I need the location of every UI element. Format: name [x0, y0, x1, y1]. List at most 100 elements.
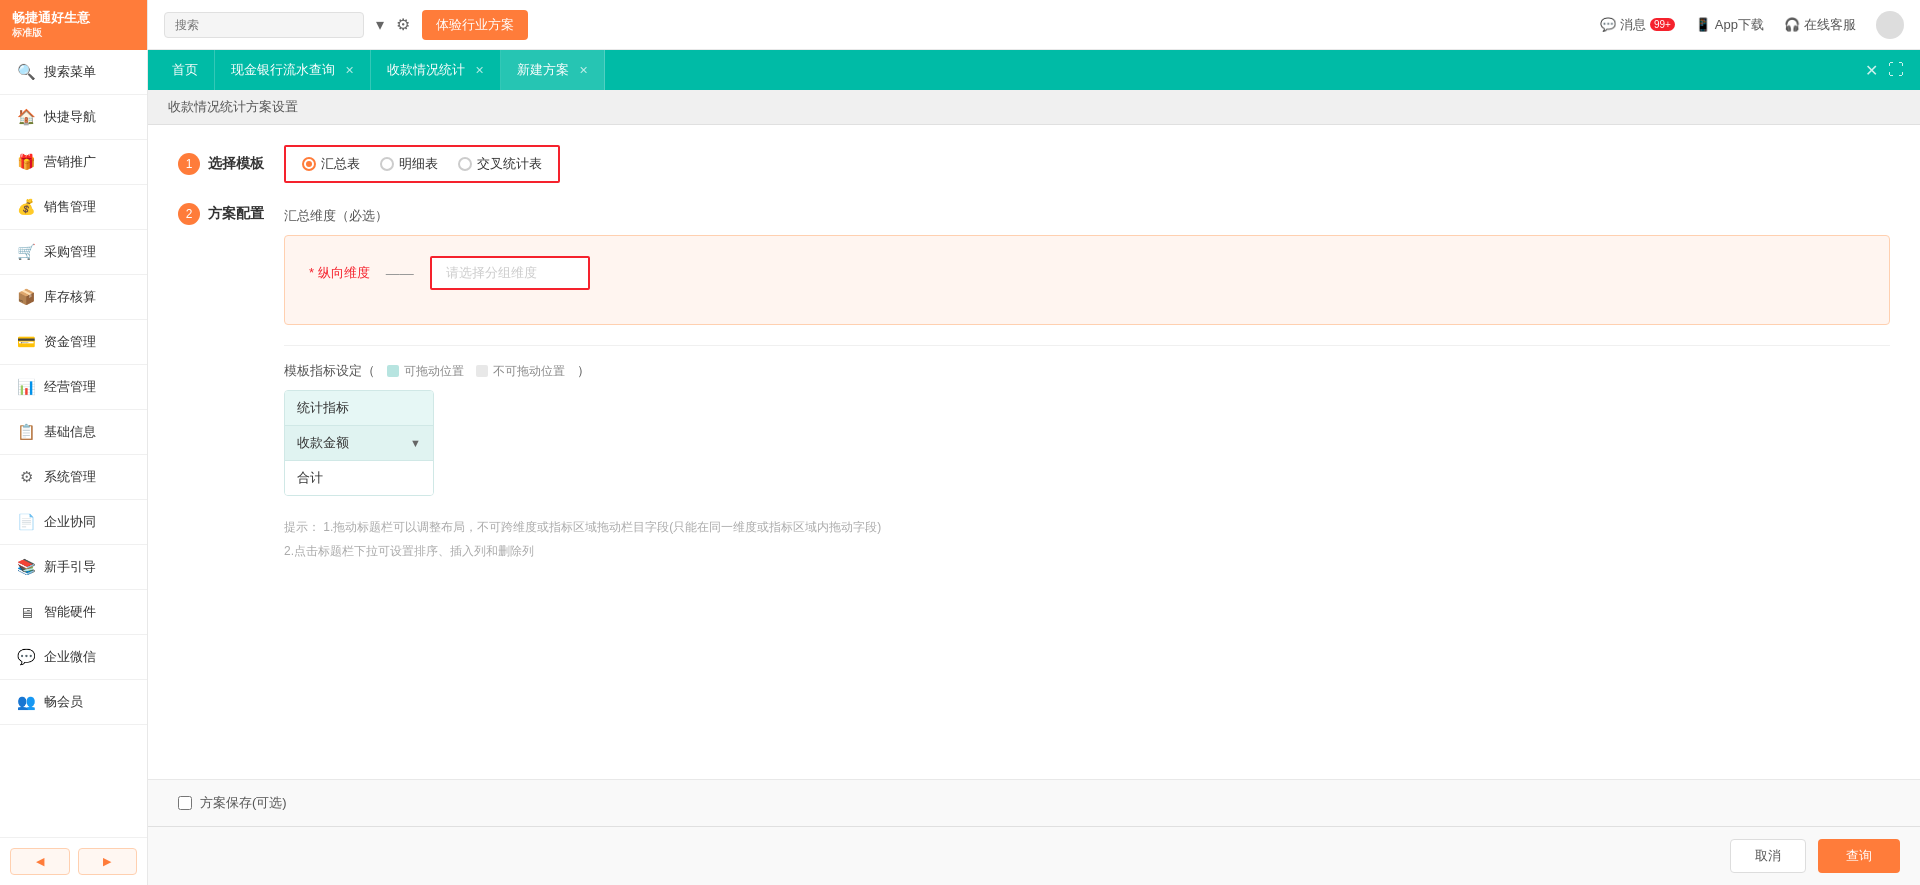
sidebar-item-enterprise-wechat[interactable]: 💬 企业微信 — [0, 635, 147, 680]
template-options: 汇总表 明细表 交叉统计表 — [284, 145, 560, 183]
chart-icon: 📊 — [16, 377, 36, 397]
tabbar: 首页 现金银行流水查询 ✕ 收款情况统计 ✕ 新建方案 ✕ ✕ ⛶ — [148, 50, 1920, 90]
legend-draggable: 可拖动位置 — [387, 363, 464, 380]
sidebar-item-smart-hw[interactable]: 🖥 智能硬件 — [0, 590, 147, 635]
tabbar-actions: ✕ ⛶ — [1865, 61, 1912, 80]
stats-metric-row: 收款金额 ▼ — [285, 426, 433, 461]
metric-dropdown-icon[interactable]: ▼ — [410, 437, 421, 449]
sidebar-item-label: 系统管理 — [44, 468, 96, 486]
stats-header-label: 统计指标 — [297, 399, 349, 417]
search-menu-icon: 🔍 — [16, 62, 36, 82]
sidebar-item-label: 基础信息 — [44, 423, 96, 441]
message-icon: 💬 — [1600, 17, 1616, 32]
sidebar-item-sales[interactable]: 💰 销售管理 — [0, 185, 147, 230]
trial-btn[interactable]: 体验行业方案 — [422, 10, 528, 40]
main-content: ▾ ⚙ 体验行业方案 💬 消息 99+ 📱 App下载 🎧 在线客服 首页 — [148, 0, 1920, 885]
topbar: ▾ ⚙ 体验行业方案 💬 消息 99+ 📱 App下载 🎧 在线客服 — [148, 0, 1920, 50]
save-row: 方案保存(可选) — [148, 779, 1920, 826]
step2-label: 方案配置 — [208, 203, 264, 223]
save-checkbox[interactable] — [178, 796, 192, 810]
sidebar-item-label: 企业微信 — [44, 648, 96, 666]
cancel-button[interactable]: 取消 — [1730, 839, 1806, 873]
monitor-icon: 🖥 — [16, 602, 36, 622]
sidebar-item-label: 畅会员 — [44, 693, 83, 711]
tab-bank-flow-close[interactable]: ✕ — [345, 64, 354, 77]
sidebar-item-finance[interactable]: 💳 资金管理 — [0, 320, 147, 365]
search-input[interactable] — [164, 12, 364, 38]
page-title: 收款情况统计方案设置 — [148, 90, 1920, 125]
sidebar-item-operations[interactable]: 📊 经营管理 — [0, 365, 147, 410]
tab-bank-flow[interactable]: 现金银行流水查询 ✕ — [215, 50, 371, 90]
tab-close-window-icon[interactable]: ✕ — [1865, 61, 1878, 80]
notification-item[interactable]: 💬 消息 99+ — [1600, 16, 1675, 34]
sidebar-item-label: 智能硬件 — [44, 603, 96, 621]
tab-new-plan[interactable]: 新建方案 ✕ — [501, 50, 605, 90]
search-dropdown-icon[interactable]: ▾ — [376, 15, 384, 34]
tab-new-plan-label: 新建方案 — [517, 61, 569, 79]
sidebar-collapse-btn[interactable]: ◀ — [10, 848, 70, 875]
download-icon: 📱 — [1695, 17, 1711, 32]
user-avatar[interactable] — [1876, 11, 1904, 39]
sidebar-item-basic-info[interactable]: 📋 基础信息 — [0, 410, 147, 455]
doc-icon: 📄 — [16, 512, 36, 532]
headset-icon: 🎧 — [1784, 17, 1800, 32]
clipboard-icon: 📋 — [16, 422, 36, 442]
radio-summary-label: 汇总表 — [321, 155, 360, 173]
service-item[interactable]: 🎧 在线客服 — [1784, 16, 1856, 34]
tips-section: 提示： 1.拖动标题栏可以调整布局，不可跨维度或指标区域拖动栏目字段(只能在同一… — [284, 515, 1890, 563]
topbar-right: 💬 消息 99+ 📱 App下载 🎧 在线客服 — [1600, 11, 1904, 39]
tab-collection-stats[interactable]: 收款情况统计 ✕ — [371, 50, 501, 90]
sidebar-item-enterprise-coop[interactable]: 📄 企业协同 — [0, 500, 147, 545]
service-label: 在线客服 — [1804, 16, 1856, 34]
radio-summary-circle — [302, 157, 316, 171]
app-name: 畅捷通好生意 — [12, 10, 90, 26]
sidebar-item-label: 库存核算 — [44, 288, 96, 306]
save-label: 方案保存(可选) — [200, 794, 287, 812]
sidebar-item-system[interactable]: ⚙ 系统管理 — [0, 455, 147, 500]
card-icon: 💳 — [16, 332, 36, 352]
legend-fixed-label: 不可拖动位置 — [493, 363, 565, 380]
tab-collection-stats-close[interactable]: ✕ — [475, 64, 484, 77]
sidebar-item-label: 采购管理 — [44, 243, 96, 261]
tab-new-plan-close[interactable]: ✕ — [579, 64, 588, 77]
footer-bar: 取消 查询 — [148, 826, 1920, 885]
divider-1 — [284, 345, 1890, 346]
sidebar-expand-btn[interactable]: ▶ — [78, 848, 138, 875]
content-area: 收款情况统计方案设置 1 选择模板 汇总表 明细表 — [148, 90, 1920, 885]
tab-expand-icon[interactable]: ⛶ — [1888, 61, 1904, 80]
sidebar-item-purchase[interactable]: 🛒 采购管理 — [0, 230, 147, 275]
step1-label: 选择模板 — [208, 155, 264, 173]
sidebar-item-guide[interactable]: 📚 新手引导 — [0, 545, 147, 590]
sidebar-item-search-menu[interactable]: 🔍 搜索菜单 — [0, 50, 147, 95]
radio-summary[interactable]: 汇总表 — [302, 155, 360, 173]
download-item[interactable]: 📱 App下载 — [1695, 16, 1764, 34]
indicators-title-row: 模板指标设定（ 可拖动位置 不可拖动位置 ） — [284, 362, 1890, 380]
sidebar-item-inventory[interactable]: 📦 库存核算 — [0, 275, 147, 320]
sidebar-item-member[interactable]: 👥 畅会员 — [0, 680, 147, 725]
radio-cross[interactable]: 交叉统计表 — [458, 155, 542, 173]
step1-row: 1 选择模板 汇总表 明细表 交叉统计表 — [178, 145, 1890, 183]
metric-sub-label: 合计 — [297, 469, 323, 487]
sidebar-item-label: 新手引导 — [44, 558, 96, 576]
dimension-area: * 纵向维度 —— 请选择分组维度 — [284, 235, 1890, 325]
notification-label: 消息 — [1620, 16, 1646, 34]
indicators-title-suffix: ） — [577, 362, 590, 380]
form-section: 1 选择模板 汇总表 明细表 交叉统计表 — [148, 125, 1920, 779]
step2-content: 汇总维度（必选） * 纵向维度 —— 请选择分组维度 模板指标设定（ — [284, 207, 1890, 563]
vertical-dimension-label: * 纵向维度 — [309, 264, 370, 282]
query-button[interactable]: 查询 — [1818, 839, 1900, 873]
legend-draggable-label: 可拖动位置 — [404, 363, 464, 380]
indicators-section: 模板指标设定（ 可拖动位置 不可拖动位置 ） — [284, 362, 1890, 499]
step2-badge: 2 — [178, 203, 200, 225]
tab-home[interactable]: 首页 — [156, 50, 215, 90]
sidebar: 畅捷通好生意 标准版 🔍 搜索菜单 🏠 快捷导航 🎁 营销推广 💰 销售管理 🛒… — [0, 0, 148, 885]
tab-bank-flow-label: 现金银行流水查询 — [231, 61, 335, 79]
dimension-select[interactable]: 请选择分组维度 — [430, 256, 590, 290]
notification-badge: 99+ — [1650, 18, 1675, 31]
sidebar-item-quick-nav[interactable]: 🏠 快捷导航 — [0, 95, 147, 140]
money-icon: 💰 — [16, 197, 36, 217]
radio-detail[interactable]: 明细表 — [380, 155, 438, 173]
sidebar-item-marketing[interactable]: 🎁 营销推广 — [0, 140, 147, 185]
settings-icon[interactable]: ⚙ — [396, 15, 410, 34]
tab-home-label: 首页 — [172, 61, 198, 79]
